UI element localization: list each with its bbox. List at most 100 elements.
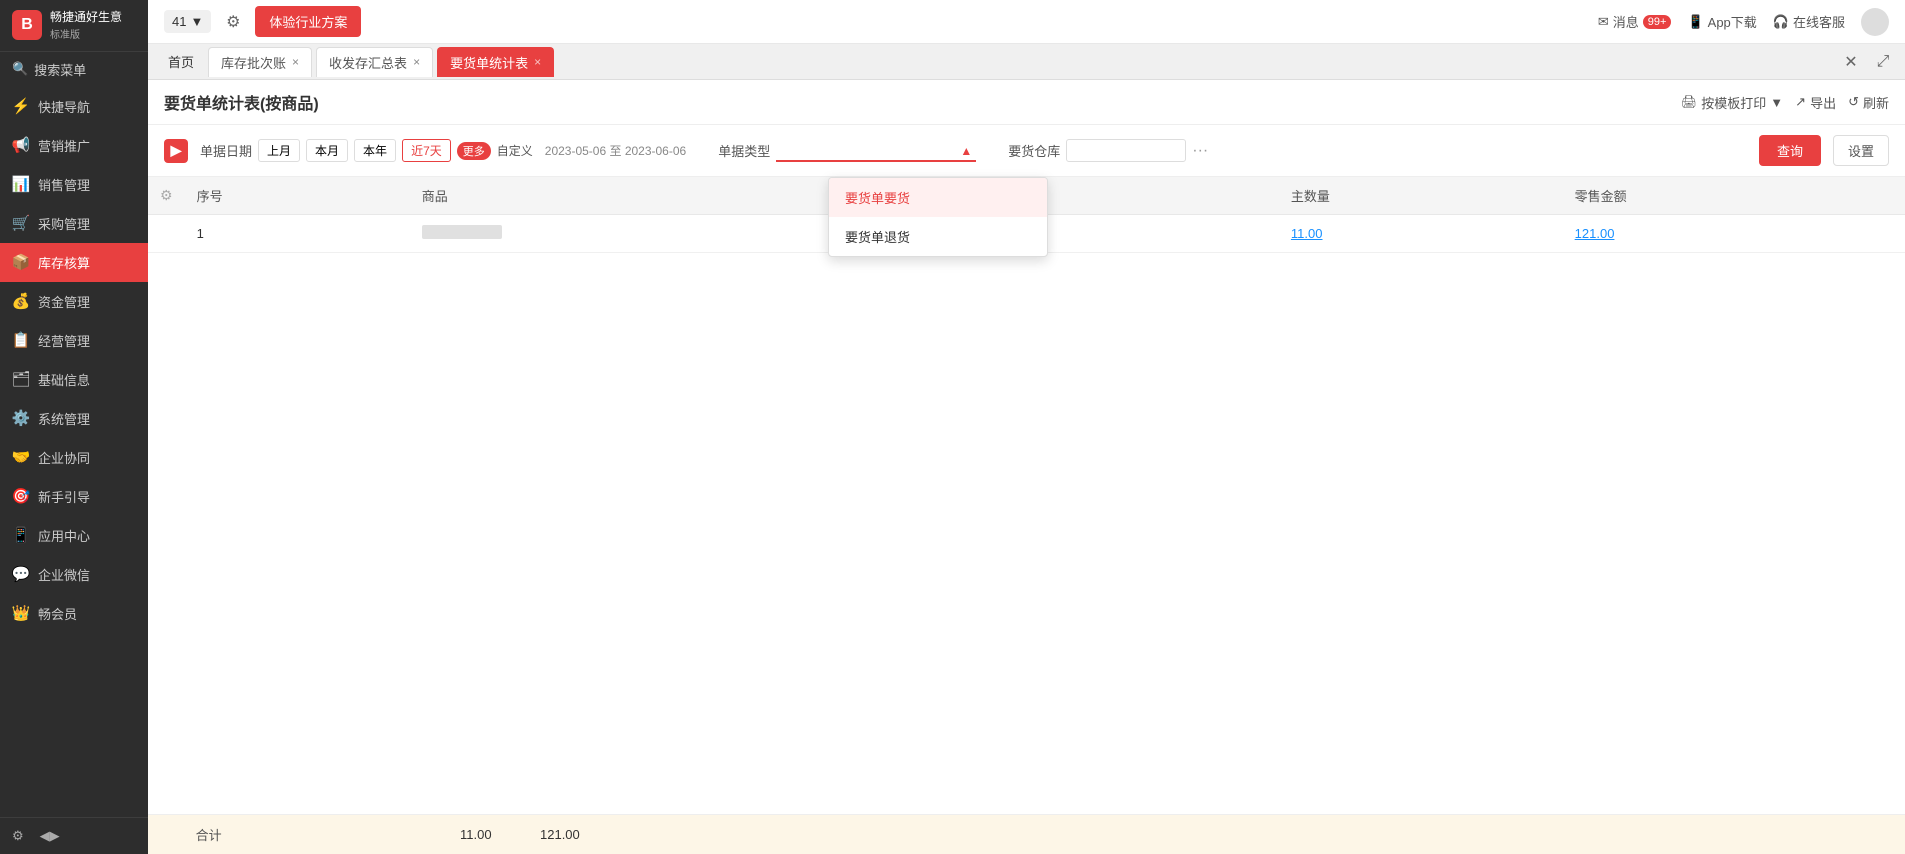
store-name: 41 — [172, 14, 186, 29]
service-icon: 🎧 — [1773, 14, 1789, 30]
type-dropdown-icon[interactable]: ▲ — [960, 144, 972, 158]
sidebar-item-wechat[interactable]: 💬 企业微信 — [0, 555, 148, 594]
warehouse-filter-group: 要货仓库 ··· — [1008, 139, 1208, 162]
row-settings-cell — [148, 215, 185, 253]
date-7days-btn[interactable]: 近7天 — [402, 139, 451, 162]
warehouse-input[interactable] — [1066, 139, 1186, 162]
date-filter-group: 单据日期 上月 本月 本年 近7天 更多 自定义 — [200, 139, 533, 162]
search-label: 搜索菜单 — [34, 60, 86, 79]
settings-bottom-icon[interactable]: ⚙ — [12, 828, 24, 844]
nav-icon-basic: 🗂 — [12, 370, 30, 388]
phone-icon: 📱 — [1687, 14, 1703, 30]
date-this-month-btn[interactable]: 本月 — [306, 139, 348, 162]
sidebar-item-vip[interactable]: 👑 畅会员 — [0, 594, 148, 633]
logo-sub: 标准版 — [50, 26, 122, 41]
print-icon: 🖨 — [1681, 94, 1698, 110]
row-amount-value[interactable]: 121.00 — [1575, 226, 1615, 241]
nav-label-finance: 资金管理 — [38, 292, 90, 311]
nav-label-sales: 销售管理 — [38, 175, 90, 194]
warehouse-more-btn[interactable]: ··· — [1192, 142, 1208, 160]
nav-label-vip: 畅会员 — [38, 604, 77, 623]
collapse-btn[interactable]: ◀▶ — [40, 828, 60, 844]
print-btn[interactable]: 🖨 按模板打印 ▼ — [1681, 93, 1783, 112]
nav-label-purchase: 采购管理 — [38, 214, 90, 233]
tab-summary[interactable]: 收发存汇总表 × — [316, 47, 433, 77]
date-range-display: 2023-05-06 至 2023-06-06 — [545, 142, 686, 159]
col-settings-header: ⚙ — [148, 177, 185, 215]
app-download-label: App下载 — [1708, 12, 1757, 31]
nav-icon-appstore: 📱 — [12, 526, 30, 544]
sidebar-item-quick-nav[interactable]: ⚡ 快捷导航 — [0, 87, 148, 126]
warehouse-label: 要货仓库 — [1008, 141, 1060, 160]
sidebar-item-enterprise[interactable]: 🤝 企业协同 — [0, 438, 148, 477]
tab-order-stats[interactable]: 要货单统计表 × — [437, 47, 554, 77]
nav-icon-marketing: 📢 — [12, 136, 30, 154]
date-more-tag[interactable]: 更多 — [457, 142, 491, 160]
message-icon: ✉ — [1598, 14, 1609, 30]
sidebar-search[interactable]: 🔍 搜索菜单 — [0, 52, 148, 87]
export-btn[interactable]: ↗ 导出 — [1795, 93, 1836, 112]
sidebar-item-finance[interactable]: 💰 资金管理 — [0, 282, 148, 321]
refresh-btn[interactable]: ↺ 刷新 — [1848, 93, 1889, 112]
date-prev-month-btn[interactable]: 上月 — [258, 139, 300, 162]
refresh-icon: ↺ — [1848, 94, 1859, 110]
goods-placeholder — [422, 225, 502, 239]
nav-icon-enterprise: 🤝 — [12, 448, 30, 466]
tabs-expand[interactable]: ⤢ — [1871, 50, 1895, 74]
nav-icon-operation: 📋 — [12, 331, 30, 349]
sidebar-item-guide[interactable]: 🎯 新手引导 — [0, 477, 148, 516]
nav-label-enterprise: 企业协同 — [38, 448, 90, 467]
type-input[interactable] — [776, 139, 976, 162]
tab-batch-close[interactable]: × — [292, 55, 299, 69]
sidebar-item-system[interactable]: ⚙️ 系统管理 — [0, 399, 148, 438]
logo-icon: B — [12, 10, 42, 40]
topbar: 41 ▼ ⚙ 体验行业方案 ✉ 消息 99+ 📱 App下载 🎧 在线客服 — [148, 0, 1905, 44]
set-btn[interactable]: 设置 — [1833, 135, 1889, 166]
messages-btn[interactable]: ✉ 消息 99+ — [1598, 12, 1672, 31]
nav-icon-purchase: 🛒 — [12, 214, 30, 232]
tab-order-stats-close[interactable]: × — [534, 55, 541, 69]
col-settings-icon[interactable]: ⚙ — [160, 187, 173, 203]
date-this-year-btn[interactable]: 本年 — [354, 139, 396, 162]
topbar-right: ✉ 消息 99+ 📱 App下载 🎧 在线客服 — [1598, 8, 1889, 36]
date-custom-btn[interactable]: 自定义 — [497, 142, 533, 159]
date-label: 单据日期 — [200, 141, 252, 160]
sidebar-item-basic[interactable]: 🗂 基础信息 — [0, 360, 148, 399]
topbar-settings-btn[interactable]: ⚙ — [219, 8, 247, 36]
table-wrap: ⚙ 序号 商品 主计量单位 主数量 零售金额 1 — [148, 177, 1905, 814]
store-selector[interactable]: 41 ▼ — [164, 10, 211, 33]
tab-home[interactable]: 首页 — [158, 47, 204, 76]
online-service-btn[interactable]: 🎧 在线客服 — [1773, 12, 1845, 31]
tab-summary-close[interactable]: × — [413, 55, 420, 69]
row-qty-value[interactable]: 11.00 — [1291, 226, 1323, 241]
sidebar-item-purchase[interactable]: 🛒 采购管理 — [0, 204, 148, 243]
sidebar-item-operation[interactable]: 📋 经营管理 — [0, 321, 148, 360]
messages-label: 消息 — [1613, 12, 1639, 31]
col-index-header: 序号 — [185, 177, 410, 215]
online-service-label: 在线客服 — [1793, 12, 1845, 31]
dropdown-item-req-goods[interactable]: 要货单要货 — [829, 178, 1047, 217]
filter-expand-btn[interactable]: ▶ — [164, 139, 188, 163]
nav-icon-system: ⚙️ — [12, 409, 30, 427]
tabs-minimize[interactable]: ✕ — [1839, 50, 1863, 74]
dropdown-item-req-return[interactable]: 要货单退货 — [829, 217, 1047, 256]
query-btn[interactable]: 查询 — [1759, 135, 1821, 166]
sidebar-item-inventory[interactable]: 📦 库存核算 — [0, 243, 148, 282]
tab-batch[interactable]: 库存批次账 × — [208, 47, 312, 77]
row-index-cell: 1 — [185, 215, 410, 253]
sidebar-nav: ⚡ 快捷导航 📢 营销推广 📊 销售管理 🛒 采购管理 📦 库存核算 💰 资金管… — [0, 87, 148, 817]
nav-icon-wechat: 💬 — [12, 565, 30, 583]
sidebar-item-appstore[interactable]: 📱 应用中心 — [0, 516, 148, 555]
footer-label: 合计 — [160, 825, 380, 844]
user-avatar[interactable] — [1861, 8, 1889, 36]
row-qty-cell: 11.00 — [1279, 215, 1563, 253]
page-header-actions: 🖨 按模板打印 ▼ ↗ 导出 ↺ 刷新 — [1681, 93, 1889, 112]
trial-btn[interactable]: 体验行业方案 — [255, 6, 361, 37]
search-icon: 🔍 — [12, 61, 28, 77]
nav-icon-inventory: 📦 — [12, 253, 30, 271]
sidebar-item-sales[interactable]: 📊 销售管理 — [0, 165, 148, 204]
sidebar-item-marketing[interactable]: 📢 营销推广 — [0, 126, 148, 165]
app-download-btn[interactable]: 📱 App下载 — [1687, 12, 1756, 31]
sidebar-bottom: ⚙ ◀▶ — [0, 817, 148, 854]
nav-label-wechat: 企业微信 — [38, 565, 90, 584]
